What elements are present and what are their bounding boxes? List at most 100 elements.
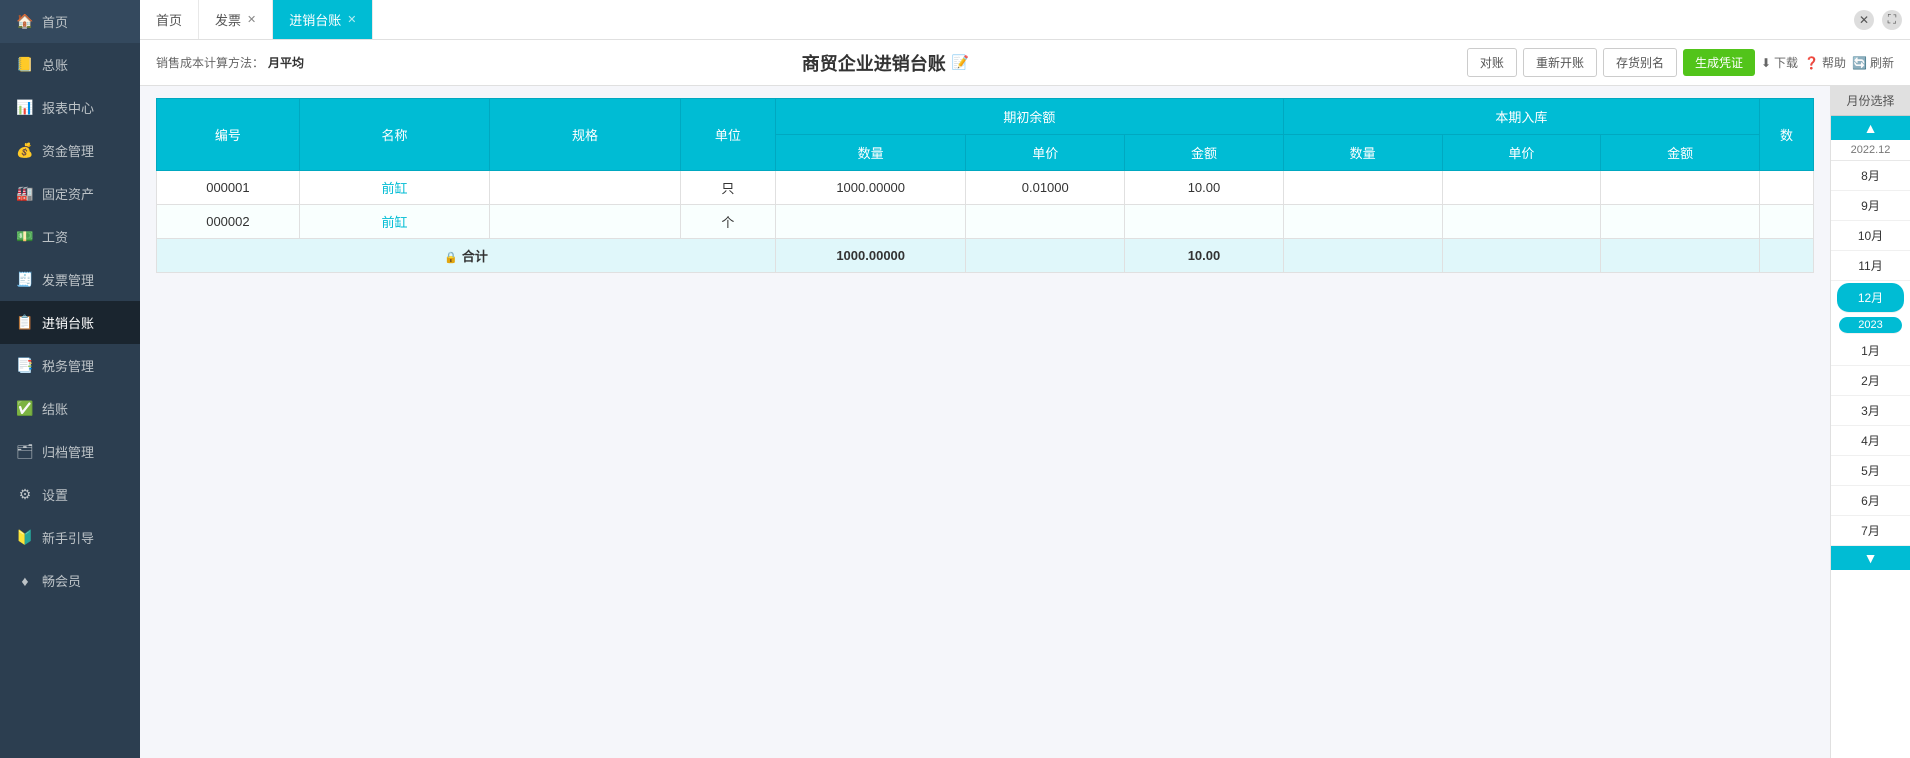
cost-method-label: 销售成本计算方法： bbox=[156, 54, 264, 71]
col-group-purchase: 本期入库 bbox=[1283, 99, 1759, 135]
reconcile-button[interactable]: 对账 bbox=[1467, 48, 1517, 77]
salary-icon: 💵 bbox=[16, 228, 34, 246]
month-item-2023-2月[interactable]: 2月 bbox=[1831, 366, 1910, 396]
edit-title-icon[interactable]: 📝 bbox=[952, 54, 969, 71]
cell-name[interactable]: 前缸 bbox=[299, 205, 489, 239]
sidebar-item-finance[interactable]: 💰资金管理 bbox=[0, 129, 140, 172]
tax-icon: 📑 bbox=[16, 357, 34, 375]
sidebar-label-invoice-mgmt: 发票管理 bbox=[42, 270, 94, 289]
sidebar-item-settings[interactable]: ⚙ 设置 bbox=[0, 473, 140, 516]
month-item-2023-6月[interactable]: 6月 bbox=[1831, 486, 1910, 516]
cell-pur-price bbox=[1442, 171, 1601, 205]
month-nav-up[interactable]: ▲ bbox=[1831, 116, 1910, 140]
cell-open-amount bbox=[1125, 205, 1284, 239]
sidebar-item-guide[interactable]: 🔰新手引导 bbox=[0, 516, 140, 559]
month-item-2023-3月[interactable]: 3月 bbox=[1831, 396, 1910, 426]
sidebar-item-tax[interactable]: 📑 税务管理 bbox=[0, 344, 140, 387]
month-item-2022-8月[interactable]: 8月 bbox=[1831, 161, 1910, 191]
month-item-2023-7月[interactable]: 7月 bbox=[1831, 516, 1910, 546]
tab-home[interactable]: 首页 bbox=[140, 0, 199, 39]
total-open-qty: 1000.00000 bbox=[775, 239, 965, 273]
assets-icon: 🏭 bbox=[16, 185, 34, 203]
cell-spec bbox=[490, 205, 680, 239]
cell-open-amount: 10.00 bbox=[1125, 171, 1284, 205]
refresh-button[interactable]: 🔄 刷新 bbox=[1852, 54, 1894, 71]
year-2023-badge: 2023 bbox=[1839, 317, 1902, 334]
col-group-opening: 期初余额 bbox=[775, 99, 1283, 135]
sidebar-label-archive: 归档管理 bbox=[42, 442, 94, 461]
tab-invoice[interactable]: 发票✕ bbox=[199, 0, 273, 39]
download-button[interactable]: ⬇ 下载 bbox=[1761, 54, 1798, 71]
total-row: 🔒合计 1000.00000 10.00 bbox=[157, 239, 1814, 273]
sidebar-item-vip[interactable]: ♦畅会员 bbox=[0, 559, 140, 602]
tab-close-purchase-sales[interactable]: ✕ bbox=[347, 13, 356, 26]
month-item-2023-1月[interactable]: 1月 bbox=[1831, 336, 1910, 366]
cell-open-price: 0.01000 bbox=[966, 171, 1125, 205]
table-section: 编号 名称 规格 单位 期初余额 本期入库 数 数量 单价 金额 数 bbox=[140, 86, 1830, 758]
month-item-2023-4月[interactable]: 4月 bbox=[1831, 426, 1910, 456]
sidebar-item-archive[interactable]: 🗂 归档管理 bbox=[0, 430, 140, 473]
cell-unit: 个 bbox=[680, 205, 775, 239]
ledger-icon: 📒 bbox=[16, 56, 34, 74]
main-content: 首页发票✕进销台账✕ ✕ ⛶ 销售成本计算方法： 月平均 商贸企业进销台账 📝 … bbox=[140, 0, 1910, 758]
archive-icon: 🗂 bbox=[16, 443, 34, 461]
cell-more bbox=[1759, 205, 1813, 239]
col-purchase-qty: 数量 bbox=[1283, 135, 1442, 171]
cell-code: 000001 bbox=[157, 171, 300, 205]
cell-name[interactable]: 前缸 bbox=[299, 171, 489, 205]
maximize-button[interactable]: ⛶ bbox=[1882, 10, 1902, 30]
col-opening-qty: 数量 bbox=[775, 135, 965, 171]
month-panel-header: 月份选择 bbox=[1831, 86, 1910, 116]
cost-method-value: 月平均 bbox=[268, 54, 304, 71]
sidebar-item-salary[interactable]: 💵工资 bbox=[0, 215, 140, 258]
cell-pur-qty bbox=[1283, 205, 1442, 239]
month-item-2023-5月[interactable]: 5月 bbox=[1831, 456, 1910, 486]
cell-pur-price bbox=[1442, 205, 1601, 239]
sidebar-label-finance: 资金管理 bbox=[42, 141, 94, 160]
sidebar-item-ledger[interactable]: 📒总账 bbox=[0, 43, 140, 86]
cell-unit: 只 bbox=[680, 171, 775, 205]
page-title: 商贸企业进销台账 📝 bbox=[312, 50, 1459, 76]
sidebar-item-settlement[interactable]: ✅结账 bbox=[0, 387, 140, 430]
sidebar-label-tax: 税务管理 bbox=[42, 356, 94, 375]
sidebar-item-invoice-mgmt[interactable]: 🧾发票管理 bbox=[0, 258, 140, 301]
total-more bbox=[1759, 239, 1813, 273]
month-item-2022-11月[interactable]: 11月 bbox=[1831, 251, 1910, 281]
sidebar-label-settlement: 结账 bbox=[42, 399, 68, 418]
refresh-icon: 🔄 bbox=[1852, 56, 1867, 70]
cell-open-price bbox=[966, 205, 1125, 239]
col-unit: 单位 bbox=[680, 99, 775, 171]
minimize-button[interactable]: ✕ bbox=[1854, 10, 1874, 30]
sidebar-item-reports[interactable]: 📊报表中心 bbox=[0, 86, 140, 129]
total-open-amount: 10.00 bbox=[1125, 239, 1284, 273]
cell-more bbox=[1759, 171, 1813, 205]
cell-open-qty bbox=[775, 205, 965, 239]
generate-voucher-button[interactable]: 生成凭证 bbox=[1683, 49, 1755, 76]
sidebar-label-settings: 设置 bbox=[42, 485, 68, 504]
sidebar-item-home[interactable]: 🏠首页 bbox=[0, 0, 140, 43]
month-panel-list: ▲2022.128月9月10月11月12月20231月2月3月4月5月6月7月▼ bbox=[1831, 116, 1910, 758]
cell-code: 000002 bbox=[157, 205, 300, 239]
save-alias-button[interactable]: 存货别名 bbox=[1603, 48, 1677, 77]
home-icon: 🏠 bbox=[16, 13, 34, 31]
tab-close-invoice[interactable]: ✕ bbox=[247, 13, 256, 26]
cell-pur-amount bbox=[1601, 205, 1760, 239]
sidebar-item-purchase-sales[interactable]: 📋进销台账 bbox=[0, 301, 140, 344]
window-controls: ✕ ⛶ bbox=[1854, 10, 1910, 30]
month-item-2022-9月[interactable]: 9月 bbox=[1831, 191, 1910, 221]
reopen-button[interactable]: 重新开账 bbox=[1523, 48, 1597, 77]
settings-icon: ⚙ bbox=[16, 486, 34, 504]
month-panel: 月份选择 ▲2022.128月9月10月11月12月20231月2月3月4月5月… bbox=[1830, 86, 1910, 758]
month-nav-down[interactable]: ▼ bbox=[1831, 546, 1910, 570]
col-opening-amount: 金额 bbox=[1125, 135, 1284, 171]
month-item-2022-10月[interactable]: 10月 bbox=[1831, 221, 1910, 251]
help-button[interactable]: ❓ 帮助 bbox=[1804, 54, 1846, 71]
sidebar-item-assets[interactable]: 🏭固定资产 bbox=[0, 172, 140, 215]
total-open-price bbox=[966, 239, 1125, 273]
total-label: 🔒合计 bbox=[157, 239, 776, 273]
col-code: 编号 bbox=[157, 99, 300, 171]
month-item-2022-12月[interactable]: 12月 bbox=[1837, 283, 1904, 313]
cost-method: 销售成本计算方法： 月平均 bbox=[156, 54, 304, 71]
content-area: 销售成本计算方法： 月平均 商贸企业进销台账 📝 对账 重新开账 存货别名 生成… bbox=[140, 40, 1910, 758]
tab-purchase-sales[interactable]: 进销台账✕ bbox=[273, 0, 373, 39]
